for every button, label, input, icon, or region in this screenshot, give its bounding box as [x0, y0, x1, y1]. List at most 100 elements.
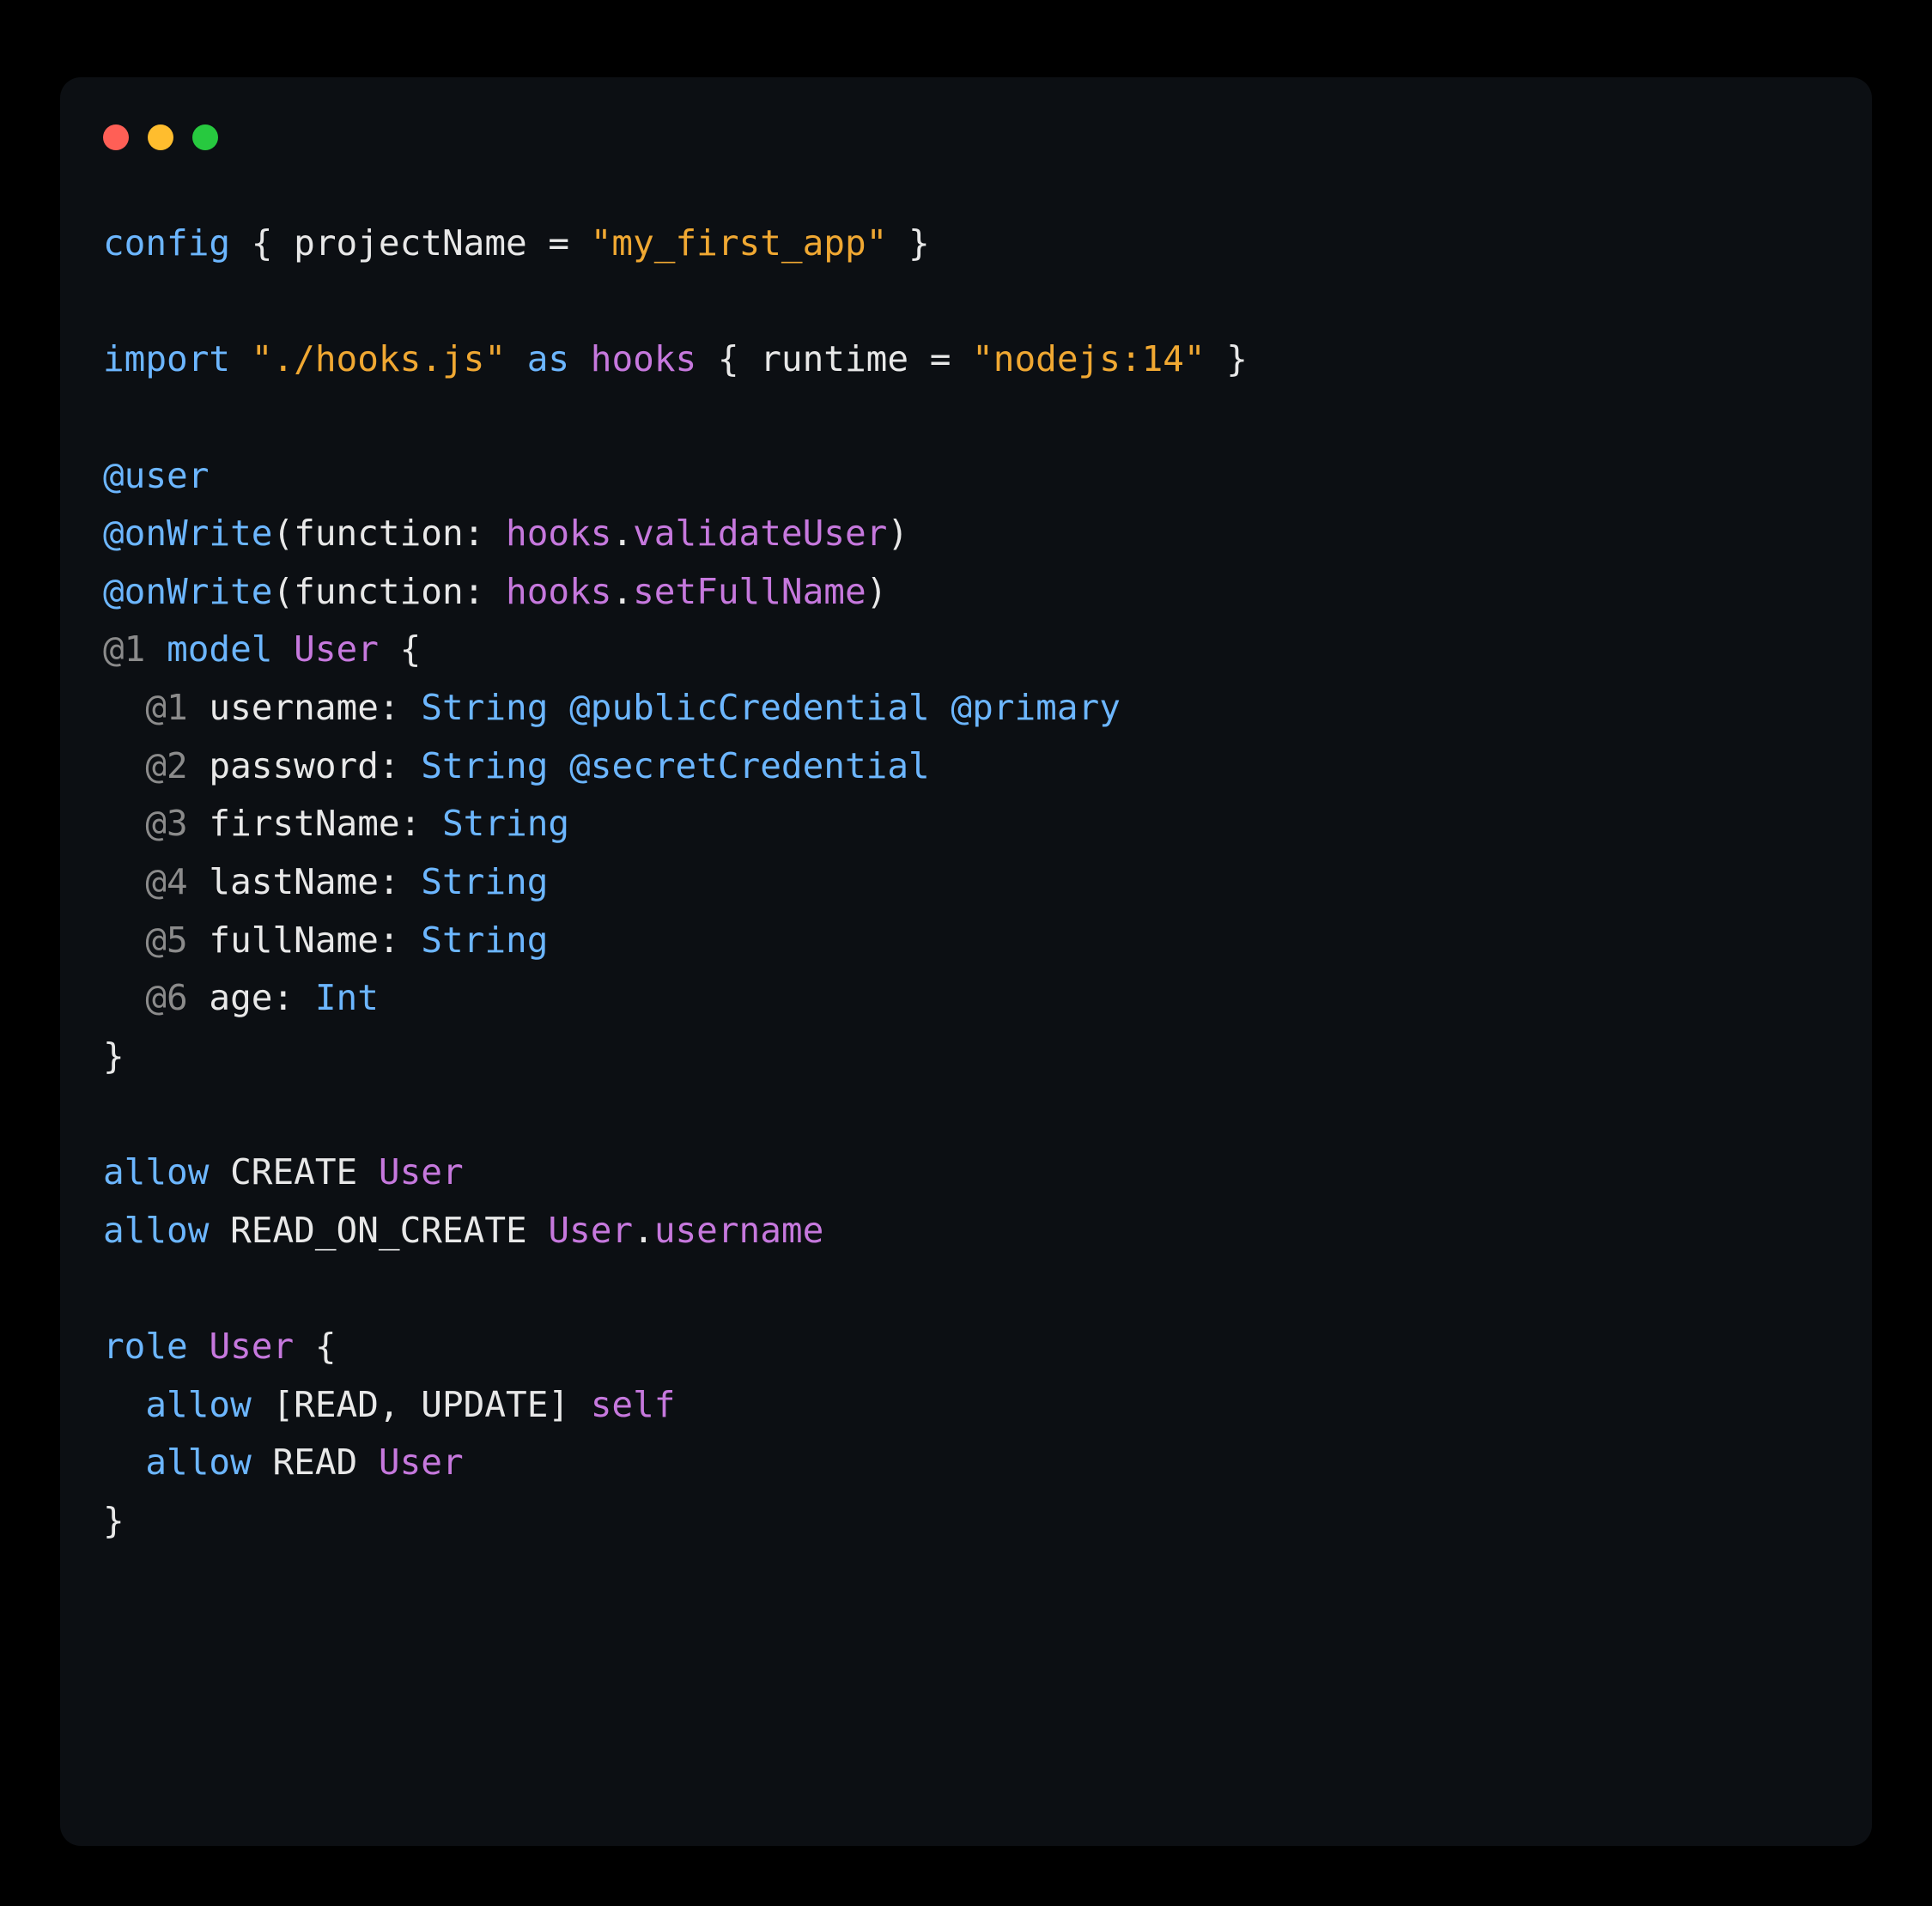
code-token	[103, 920, 145, 961]
code-token: READ_ON_CREATE	[209, 1210, 548, 1251]
code-token: firstName:	[188, 803, 442, 844]
code-token: validateUser	[633, 513, 887, 554]
code-token: @6	[145, 977, 187, 1018]
code-token: @primary	[951, 687, 1120, 728]
code-token: username	[654, 1210, 823, 1251]
minimize-icon[interactable]	[148, 124, 173, 150]
code-token: self	[591, 1384, 676, 1425]
code-token	[188, 1326, 210, 1367]
code-token: fullName:	[188, 920, 422, 961]
code-token: @3	[145, 803, 187, 844]
code-token	[103, 861, 145, 902]
code-token: User	[379, 1442, 464, 1483]
code-token: password:	[188, 745, 422, 786]
code-token: config	[103, 222, 230, 264]
code-token: lastName:	[188, 861, 422, 902]
code-token: Int	[315, 977, 379, 1018]
code-token	[103, 803, 145, 844]
code-token: @publicCredential	[569, 687, 930, 728]
code-token: }	[1206, 338, 1248, 379]
code-token: "nodejs:14"	[972, 338, 1206, 379]
code-token: @1	[145, 687, 187, 728]
code-token: allow	[103, 1151, 209, 1193]
code-block: config { projectName = "my_first_app" } …	[103, 215, 1829, 1551]
code-token	[103, 687, 145, 728]
code-token: User	[548, 1210, 633, 1251]
code-line: config { projectName = "my_first_app" }	[103, 222, 930, 264]
code-token: )	[866, 571, 888, 612]
code-token: .	[611, 513, 633, 554]
code-token: age:	[188, 977, 315, 1018]
code-token: username:	[188, 687, 422, 728]
code-line: allow CREATE User	[103, 1151, 464, 1193]
code-token	[103, 1384, 145, 1425]
code-line: @1 model User {	[103, 628, 421, 670]
code-token: String	[421, 745, 548, 786]
code-token: {	[379, 628, 421, 670]
code-token: @onWrite	[103, 571, 272, 612]
code-line: @2 password: String @secretCredential	[103, 745, 930, 786]
code-line: @4 lastName: String	[103, 861, 548, 902]
code-token: "my_first_app"	[591, 222, 888, 264]
code-token	[103, 977, 145, 1018]
code-token: .	[633, 1210, 654, 1251]
code-line: @user	[103, 455, 209, 496]
code-line: @3 firstName: String	[103, 803, 569, 844]
code-token: (function:	[272, 513, 506, 554]
code-token: )	[887, 513, 908, 554]
code-token	[548, 687, 569, 728]
code-token: String	[421, 687, 548, 728]
code-line: }	[103, 1035, 125, 1077]
code-token: as	[527, 338, 569, 379]
code-token: hooks	[591, 338, 696, 379]
code-line: import "./hooks.js" as hooks { runtime =…	[103, 338, 1248, 379]
code-token: String	[442, 803, 569, 844]
code-token: }	[103, 1035, 125, 1077]
code-line: allow READ User	[103, 1442, 464, 1483]
code-token: String	[421, 861, 548, 902]
code-token: hooks	[506, 513, 611, 554]
code-token	[506, 338, 527, 379]
code-line: }	[103, 1500, 125, 1541]
code-line: allow READ_ON_CREATE User.username	[103, 1210, 823, 1251]
code-token: import	[103, 338, 230, 379]
code-token: READ	[252, 1442, 379, 1483]
code-token: @onWrite	[103, 513, 272, 554]
zoom-icon[interactable]	[192, 124, 218, 150]
code-token: CREATE	[209, 1151, 378, 1193]
code-token: }	[103, 1500, 125, 1541]
code-token	[930, 687, 951, 728]
code-token	[145, 628, 167, 670]
code-token: @user	[103, 455, 209, 496]
code-token: {	[294, 1326, 336, 1367]
code-line: allow [READ, UPDATE] self	[103, 1384, 676, 1425]
code-token: User	[379, 1151, 464, 1193]
code-token: .	[611, 571, 633, 612]
window-traffic-lights	[103, 124, 1829, 150]
code-token: String	[421, 920, 548, 961]
code-token	[272, 628, 294, 670]
code-token: role	[103, 1326, 188, 1367]
code-token: }	[887, 222, 929, 264]
code-token: { projectName =	[230, 222, 591, 264]
code-line: @6 age: Int	[103, 977, 379, 1018]
code-token	[548, 745, 569, 786]
code-token: @1	[103, 628, 145, 670]
code-token: @5	[145, 920, 187, 961]
code-line: @onWrite(function: hooks.setFullName)	[103, 571, 887, 612]
code-token: [READ, UPDATE]	[252, 1384, 591, 1425]
code-token	[103, 745, 145, 786]
code-token: allow	[145, 1442, 251, 1483]
code-token: "./hooks.js"	[252, 338, 506, 379]
code-line: @5 fullName: String	[103, 920, 548, 961]
code-token: { runtime =	[696, 338, 972, 379]
code-token: @4	[145, 861, 187, 902]
code-line: @1 username: String @publicCredential @p…	[103, 687, 1121, 728]
code-line: @onWrite(function: hooks.validateUser)	[103, 513, 908, 554]
close-icon[interactable]	[103, 124, 129, 150]
code-line: role User {	[103, 1326, 337, 1367]
code-token: @2	[145, 745, 187, 786]
code-token: (function:	[272, 571, 506, 612]
code-token: User	[294, 628, 379, 670]
code-token: @secretCredential	[569, 745, 930, 786]
